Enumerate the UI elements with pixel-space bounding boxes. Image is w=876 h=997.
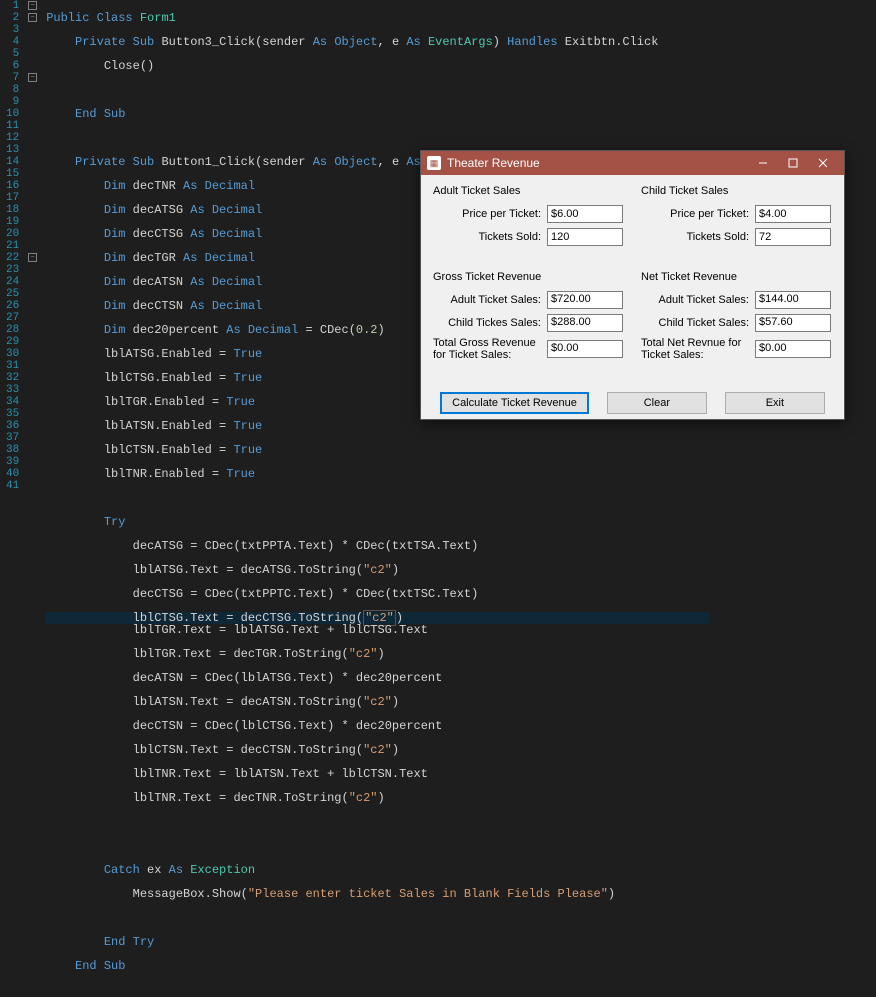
code-line: [46, 816, 709, 828]
clear-button[interactable]: Clear: [607, 392, 707, 414]
code-line: lblTNR.Text = decTNR.ToString("c2"): [46, 792, 709, 804]
code-line: End Try: [46, 936, 709, 948]
label-child-sales: Child Tickes Sales:: [433, 317, 547, 329]
code-line: [46, 912, 709, 924]
code-line: [46, 132, 709, 144]
code-line: End Sub: [46, 108, 709, 120]
adult-sales-group: Adult Ticket Sales Price per Ticket: Tic…: [433, 183, 623, 251]
code-line: lblCTSN.Text = decCTSN.ToString("c2"): [46, 744, 709, 756]
label-adult-sales: Adult Ticket Sales:: [641, 294, 755, 306]
label-price-per-ticket: Price per Ticket:: [433, 208, 547, 220]
net-total-value: $0.00: [755, 340, 831, 358]
section-title: Net Ticket Revenue: [641, 271, 831, 283]
code-line: Catch ex As Exception: [46, 864, 709, 876]
child-sales-group: Child Ticket Sales Price per Ticket: Tic…: [641, 183, 831, 251]
gross-revenue-group: Gross Ticket Revenue Adult Ticket Sales:…: [433, 269, 623, 366]
gross-adult-value: $720.00: [547, 291, 623, 309]
minimize-button[interactable]: [748, 152, 778, 174]
fold-toggle-icon[interactable]: −: [28, 73, 37, 82]
section-title: Gross Ticket Revenue: [433, 271, 623, 283]
fold-column[interactable]: − − − −: [27, 0, 42, 500]
code-line: lblTGR.Text = decTGR.ToString("c2"): [46, 648, 709, 660]
code-line: [46, 84, 709, 96]
code-line: Close(): [46, 60, 709, 72]
titlebar[interactable]: ▦ Theater Revenue: [421, 151, 844, 175]
fold-toggle-icon[interactable]: −: [28, 13, 37, 22]
net-revenue-group: Net Ticket Revenue Adult Ticket Sales: $…: [641, 269, 831, 366]
adult-price-input[interactable]: [547, 205, 623, 223]
code-line: [46, 840, 709, 852]
code-line: Private Sub Button3_Click(sender As Obje…: [46, 36, 709, 48]
section-title: Adult Ticket Sales: [433, 185, 623, 197]
window-icon: ▦: [427, 156, 441, 170]
code-line: lblATSG.Text = decATSG.ToString("c2"): [46, 564, 709, 576]
child-price-input[interactable]: [755, 205, 831, 223]
fold-toggle-icon[interactable]: −: [28, 1, 37, 10]
code-line: lblATSN.Text = decATSN.ToString("c2"): [46, 696, 709, 708]
label-adult-sales: Adult Ticket Sales:: [433, 294, 547, 306]
gross-total-value: $0.00: [547, 340, 623, 358]
code-line: decCTSN = CDec(lblCTSG.Text) * dec20perc…: [46, 720, 709, 732]
exit-button[interactable]: Exit: [725, 392, 825, 414]
code-line: MessageBox.Show("Please enter ticket Sal…: [46, 888, 709, 900]
child-qty-input[interactable]: [755, 228, 831, 246]
label-tickets-sold: Tickets Sold:: [433, 231, 547, 243]
code-line: lblTNR.Enabled = True: [46, 468, 709, 480]
label-tickets-sold: Tickets Sold:: [641, 231, 755, 243]
window-title: Theater Revenue: [447, 156, 748, 170]
label-child-sales: Child Ticket Sales:: [641, 317, 755, 329]
code-line: decCTSG = CDec(txtPPTC.Text) * CDec(txtT…: [46, 588, 709, 600]
code-line: Public Class Form1: [46, 12, 709, 24]
adult-qty-input[interactable]: [547, 228, 623, 246]
label-total-net: Total Net Revnue for Ticket Sales:: [641, 337, 755, 361]
net-child-value: $57.60: [755, 314, 831, 332]
code-line: decATSN = CDec(lblATSG.Text) * dec20perc…: [46, 672, 709, 684]
theater-revenue-window: ▦ Theater Revenue Adult Ticket Sales Pri…: [420, 150, 845, 420]
code-line: lblCTSN.Enabled = True: [46, 444, 709, 456]
label-total-gross: Total Gross Revenue for Ticket Sales:: [433, 337, 547, 361]
net-adult-value: $144.00: [755, 291, 831, 309]
fold-toggle-icon[interactable]: −: [28, 253, 37, 262]
label-price-per-ticket: Price per Ticket:: [641, 208, 755, 220]
code-line: [46, 492, 709, 504]
code-line: End Sub: [46, 960, 709, 972]
close-button[interactable]: [808, 152, 838, 174]
maximize-button[interactable]: [778, 152, 808, 174]
section-title: Child Ticket Sales: [641, 185, 831, 197]
code-line: lblTNR.Text = lblATSN.Text + lblCTSN.Tex…: [46, 768, 709, 780]
line-number-gutter: 12345 678910 1112131415 1617181920 21222…: [0, 0, 27, 500]
code-line: Try: [46, 516, 709, 528]
gross-child-value: $288.00: [547, 314, 623, 332]
code-line: lblTGR.Text = lblATSG.Text + lblCTSG.Tex…: [46, 624, 709, 636]
calculate-button[interactable]: Calculate Ticket Revenue: [440, 392, 589, 414]
code-line: decATSG = CDec(txtPPTA.Text) * CDec(txtT…: [46, 540, 709, 552]
